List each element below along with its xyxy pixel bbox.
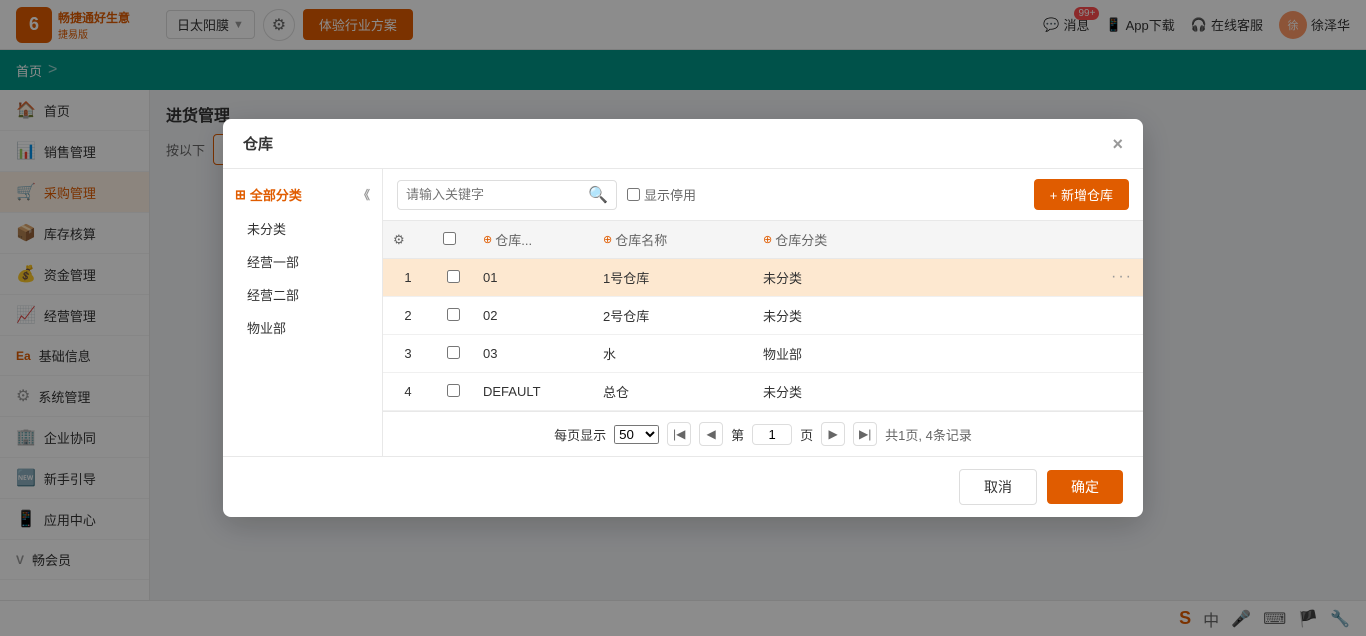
search-icon[interactable]: 🔍 [588, 185, 608, 205]
th-category: ⊕ 仓库分类 [753, 221, 1143, 259]
modal-close-button[interactable]: × [1112, 135, 1123, 153]
category-sidebar: ⊞ 全部分类 《 未分类 经营一部 经营二部 物业部 [223, 169, 383, 456]
table-row[interactable]: 2 02 2号仓库 未分类 [383, 297, 1143, 335]
cancel-button[interactable]: 取消 [959, 469, 1037, 505]
warehouse-table: ⚙ ⊕ 仓库... [383, 221, 1143, 411]
collapse-button[interactable]: 《 [358, 186, 370, 203]
row-index: 3 [383, 335, 433, 373]
settings-header-icon[interactable]: ⚙ [393, 232, 405, 247]
category-property[interactable]: 物业部 [223, 311, 382, 344]
row-category: 未分类 [753, 373, 1143, 411]
sort-icon-code: ⊕ [483, 233, 492, 246]
prev-page-button[interactable]: ◀ [699, 422, 723, 446]
modal-header: 仓库 × [223, 119, 1143, 169]
row-name: 1号仓库 [593, 259, 753, 297]
category-operation2[interactable]: 经营二部 [223, 278, 382, 311]
th-checkbox [433, 221, 473, 259]
category-header[interactable]: ⊞ 全部分类 《 [223, 177, 382, 212]
all-categories-label: 全部分类 [250, 185, 302, 204]
category-operation1[interactable]: 经营一部 [223, 245, 382, 278]
page-input[interactable] [752, 424, 792, 445]
th-code: ⊕ 仓库... [473, 221, 593, 259]
table-area: 🔍 显示停用 + 新增仓库 ⚙ [383, 169, 1143, 456]
pagination: 每页显示 20 50 100 |◀ ◀ 第 页 ▶ ▶| 共1页, 4条记录 [383, 411, 1143, 456]
row-action-dots[interactable]: ··· [1111, 268, 1133, 286]
row-code: 01 [473, 259, 593, 297]
show-disabled-checkbox[interactable] [627, 188, 640, 201]
last-page-button[interactable]: ▶| [853, 422, 877, 446]
th-index: ⚙ [383, 221, 433, 259]
table-toolbar: 🔍 显示停用 + 新增仓库 [383, 169, 1143, 221]
first-page-button[interactable]: |◀ [667, 422, 691, 446]
row-checkbox[interactable] [447, 384, 460, 397]
per-page-select[interactable]: 20 50 100 [614, 425, 659, 444]
category-unclassified[interactable]: 未分类 [223, 212, 382, 245]
row-checkbox-cell [433, 373, 473, 411]
row-checkbox[interactable] [447, 270, 460, 283]
modal-footer: 取消 确定 [223, 456, 1143, 517]
confirm-button[interactable]: 确定 [1047, 470, 1123, 504]
row-code: 02 [473, 297, 593, 335]
new-warehouse-button[interactable]: + 新增仓库 [1034, 179, 1129, 210]
row-index: 2 [383, 297, 433, 335]
warehouse-modal: 仓库 × ⊞ 全部分类 《 未分类 经营一部 经营二部 物业部 [223, 119, 1143, 517]
page-label: 第 [731, 425, 744, 444]
row-name: 水 [593, 335, 753, 373]
next-page-button[interactable]: ▶ [821, 422, 845, 446]
table-row[interactable]: 4 DEFAULT 总仓 未分类 [383, 373, 1143, 411]
table-row[interactable]: 3 03 水 物业部 [383, 335, 1143, 373]
select-all-checkbox[interactable] [443, 232, 456, 245]
search-box: 🔍 [397, 180, 617, 210]
row-checkbox[interactable] [447, 308, 460, 321]
row-checkbox[interactable] [447, 346, 460, 359]
modal-title: 仓库 [243, 133, 273, 154]
row-category: 未分类 ··· [753, 259, 1143, 297]
row-index: 4 [383, 373, 433, 411]
row-name: 2号仓库 [593, 297, 753, 335]
sort-icon-name: ⊕ [603, 233, 612, 246]
page-total: 共1页, 4条记录 [885, 425, 972, 444]
row-checkbox-cell [433, 335, 473, 373]
table-header-row: ⚙ ⊕ 仓库... [383, 221, 1143, 259]
row-name: 总仓 [593, 373, 753, 411]
row-index: 1 [383, 259, 433, 297]
grid-icon: ⊞ [235, 187, 246, 203]
search-input[interactable] [406, 187, 582, 202]
modal-backdrop: 仓库 × ⊞ 全部分类 《 未分类 经营一部 经营二部 物业部 [0, 0, 1366, 636]
modal-body: ⊞ 全部分类 《 未分类 经营一部 经营二部 物业部 🔍 [223, 169, 1143, 456]
th-name: ⊕ 仓库名称 [593, 221, 753, 259]
row-code: 03 [473, 335, 593, 373]
page-unit: 页 [800, 425, 813, 444]
row-category: 物业部 [753, 335, 1143, 373]
row-checkbox-cell [433, 297, 473, 335]
sort-icon-category: ⊕ [763, 233, 772, 246]
row-code: DEFAULT [473, 373, 593, 411]
per-page-label: 每页显示 [554, 425, 606, 444]
table-scroll: ⚙ ⊕ 仓库... [383, 221, 1143, 411]
row-category: 未分类 [753, 297, 1143, 335]
row-checkbox-cell [433, 259, 473, 297]
table-row[interactable]: 1 01 1号仓库 未分类 ··· [383, 259, 1143, 297]
show-disabled-label: 显示停用 [627, 185, 696, 204]
